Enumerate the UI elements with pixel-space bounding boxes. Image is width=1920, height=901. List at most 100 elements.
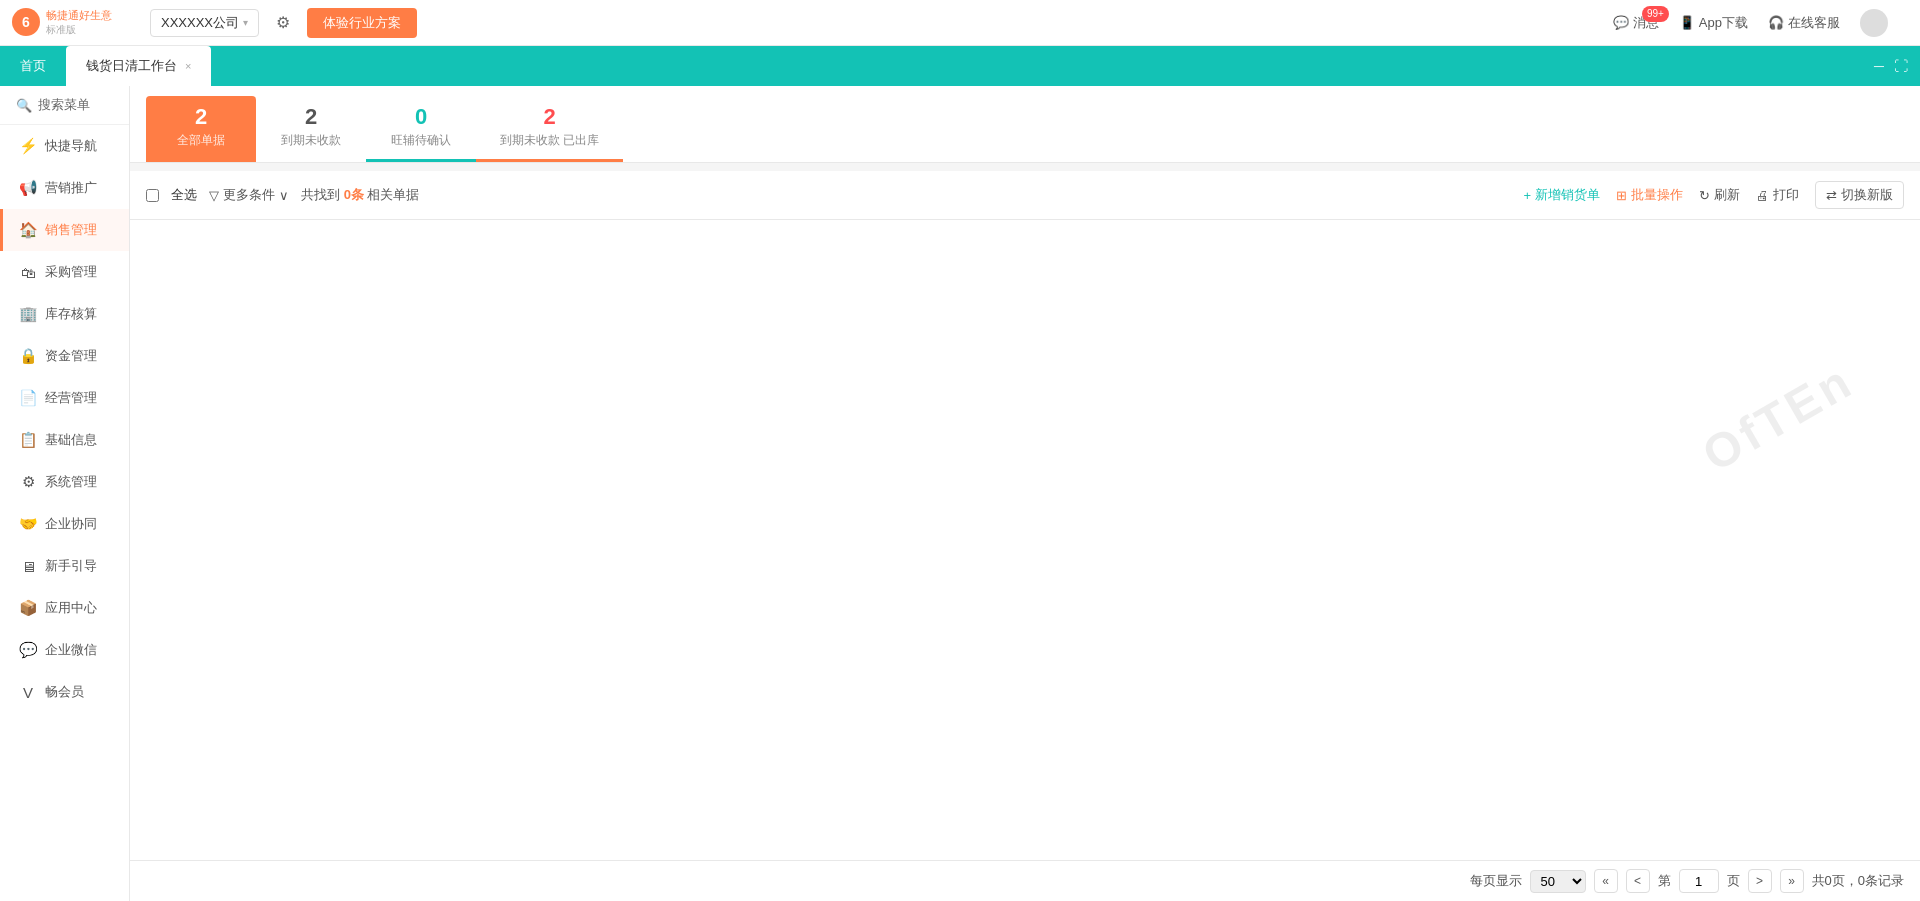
page-suffix: 页 [1727, 872, 1740, 890]
report-icon: 📄 [19, 389, 37, 407]
top-header: 6 畅捷通好生意 标准版 XXXXXX公司 ▾ ⚙ 体验行业方案 💬 消息 99… [0, 0, 1920, 46]
sidebar-item-member[interactable]: V 畅会员 [0, 671, 129, 713]
chevron-down-icon: ∨ [279, 188, 289, 203]
money-icon: 🔒 [19, 347, 37, 365]
add-sale-button[interactable]: + 新增销货单 [1523, 186, 1600, 204]
sidebar-item-xitong[interactable]: ⚙ 系统管理 [0, 461, 129, 503]
switch-label: 切换新版 [1841, 186, 1893, 204]
avatar[interactable] [1860, 9, 1888, 37]
result-info: 共找到 0条 相关单据 [301, 186, 419, 204]
trial-button[interactable]: 体验行业方案 [307, 8, 417, 38]
switch-version-button[interactable]: ⇄ 切换新版 [1815, 181, 1904, 209]
page-label: 第 [1658, 872, 1671, 890]
print-button[interactable]: 🖨 打印 [1756, 186, 1799, 204]
first-page-button[interactable]: « [1594, 869, 1618, 893]
per-page-select[interactable]: 50 10 20 100 [1530, 870, 1586, 893]
filter-icon: ▽ [209, 188, 219, 203]
sidebar-item-zijin[interactable]: 🔒 资金管理 [0, 335, 129, 377]
last-page-button[interactable]: » [1780, 869, 1804, 893]
select-all-label: 全选 [171, 186, 197, 204]
batch-icon: ⊞ [1616, 188, 1627, 203]
sidebar-item-kuaijie[interactable]: ⚡ 快捷导航 [0, 125, 129, 167]
sidebar-search[interactable]: 🔍 搜索菜单 [0, 86, 129, 125]
print-label: 打印 [1773, 186, 1799, 204]
batch-operation-button[interactable]: ⊞ 批量操作 [1616, 186, 1683, 204]
sidebar: 🔍 搜索菜单 ⚡ 快捷导航 📢 营销推广 🏠 销售管理 🛍 采购管理 🏢 库存核… [0, 86, 130, 901]
company-selector[interactable]: XXXXXX公司 ▾ [150, 9, 259, 37]
sidebar-item-jichu[interactable]: 📋 基础信息 [0, 419, 129, 461]
appstore-icon: 📦 [19, 599, 37, 617]
message-badge: 99+ [1642, 6, 1669, 22]
sidebar-item-jingying[interactable]: 📄 经营管理 [0, 377, 129, 419]
toolbar-right: + 新增销货单 ⊞ 批量操作 ↻ 刷新 🖨 打印 ⇄ 切换新版 [1523, 181, 1904, 209]
message-button[interactable]: 💬 消息 99+ [1613, 14, 1659, 32]
sidebar-item-label: 新手引导 [45, 557, 97, 575]
flash-icon: ⚡ [19, 137, 37, 155]
page-number-input[interactable] [1679, 869, 1719, 893]
gear-icon: ⚙ [276, 13, 290, 32]
stat-tab-wangfu[interactable]: 0 旺辅待确认 [366, 96, 476, 162]
refresh-icon: ↻ [1699, 188, 1710, 203]
sidebar-item-label: 系统管理 [45, 473, 97, 491]
tab-qianhuoricleaning[interactable]: 钱货日清工作台 × [66, 46, 211, 86]
sidebar-item-kucun[interactable]: 🏢 库存核算 [0, 293, 129, 335]
handshake-icon: 🤝 [19, 515, 37, 533]
chevron-down-icon: ▾ [243, 17, 248, 28]
next-page-button[interactable]: > [1748, 869, 1772, 893]
nav-tabs: 首页 钱货日清工作台 × ─ ⛶ [0, 46, 1920, 86]
tab-home[interactable]: 首页 [0, 46, 66, 86]
content-area: 2 全部单据 2 到期未收款 0 旺辅待确认 2 到期未收款 已出库 全选 ▽ … [130, 86, 1920, 901]
add-sale-label: 新增销货单 [1535, 186, 1600, 204]
vip-icon: V [19, 683, 37, 701]
result-count: 0条 [344, 187, 364, 202]
system-icon: ⚙ [19, 473, 37, 491]
refresh-button[interactable]: ↻ 刷新 [1699, 186, 1740, 204]
logo-area: 6 畅捷通好生意 标准版 [12, 8, 142, 36]
sidebar-item-caigou[interactable]: 🛍 采购管理 [0, 251, 129, 293]
stat-tab-all[interactable]: 2 全部单据 [146, 96, 256, 162]
sidebar-item-yingyong[interactable]: 📦 应用中心 [0, 587, 129, 629]
filter-label: 更多条件 [223, 186, 275, 204]
sidebar-item-qiye[interactable]: 🤝 企业协同 [0, 503, 129, 545]
stat-tab-shipped[interactable]: 2 到期未收款 已出库 [476, 96, 623, 162]
stat-count-wangfu: 0 [415, 104, 427, 130]
sidebar-item-yingxiao[interactable]: 📢 营销推广 [0, 167, 129, 209]
app-download-label: App下载 [1699, 14, 1748, 32]
watermark: OfTEn [1693, 353, 1863, 483]
sidebar-item-weixin[interactable]: 💬 企业微信 [0, 629, 129, 671]
app-name: 畅捷通好生意 [46, 8, 112, 22]
filter-button[interactable]: ▽ 更多条件 ∨ [209, 186, 289, 204]
download-icon: 📱 [1679, 15, 1695, 30]
sidebar-item-label: 采购管理 [45, 263, 97, 281]
close-tab-icon[interactable]: × [185, 60, 191, 72]
search-label: 搜索菜单 [38, 96, 90, 114]
maximize-icon[interactable]: ⛶ [1894, 58, 1908, 74]
stat-count-due: 2 [305, 104, 317, 130]
select-all-checkbox[interactable] [146, 189, 159, 202]
warehouse-icon: 🏢 [19, 305, 37, 323]
stat-tab-due[interactable]: 2 到期未收款 [256, 96, 366, 162]
stat-label-all: 全部单据 [177, 132, 225, 149]
main-layout: 🔍 搜索菜单 ⚡ 快捷导航 📢 营销推广 🏠 销售管理 🛍 采购管理 🏢 库存核… [0, 86, 1920, 901]
plus-icon: + [1523, 188, 1531, 203]
stat-label-wangfu: 旺辅待确认 [391, 132, 451, 149]
database-icon: 📋 [19, 431, 37, 449]
sidebar-item-label: 经营管理 [45, 389, 97, 407]
sidebar-item-label: 畅会员 [45, 683, 84, 701]
online-service-button[interactable]: 🎧 在线客服 [1768, 14, 1840, 32]
app-download-button[interactable]: 📱 App下载 [1679, 14, 1748, 32]
guide-icon: 🖥 [19, 557, 37, 575]
message-icon: 💬 [1613, 15, 1629, 30]
settings-button[interactable]: ⚙ [269, 9, 297, 37]
stat-count-all: 2 [195, 104, 207, 130]
prev-page-button[interactable]: < [1626, 869, 1650, 893]
switch-icon: ⇄ [1826, 188, 1837, 203]
sidebar-item-xiaoshou[interactable]: 🏠 销售管理 [0, 209, 129, 251]
online-service-label: 在线客服 [1788, 14, 1840, 32]
sidebar-item-label: 应用中心 [45, 599, 97, 617]
sidebar-item-xinshou[interactable]: 🖥 新手引导 [0, 545, 129, 587]
sidebar-item-label: 销售管理 [45, 221, 97, 239]
result-text: 共找到 [301, 187, 340, 202]
app-version: 标准版 [46, 23, 112, 37]
minimize-icon[interactable]: ─ [1874, 58, 1884, 74]
